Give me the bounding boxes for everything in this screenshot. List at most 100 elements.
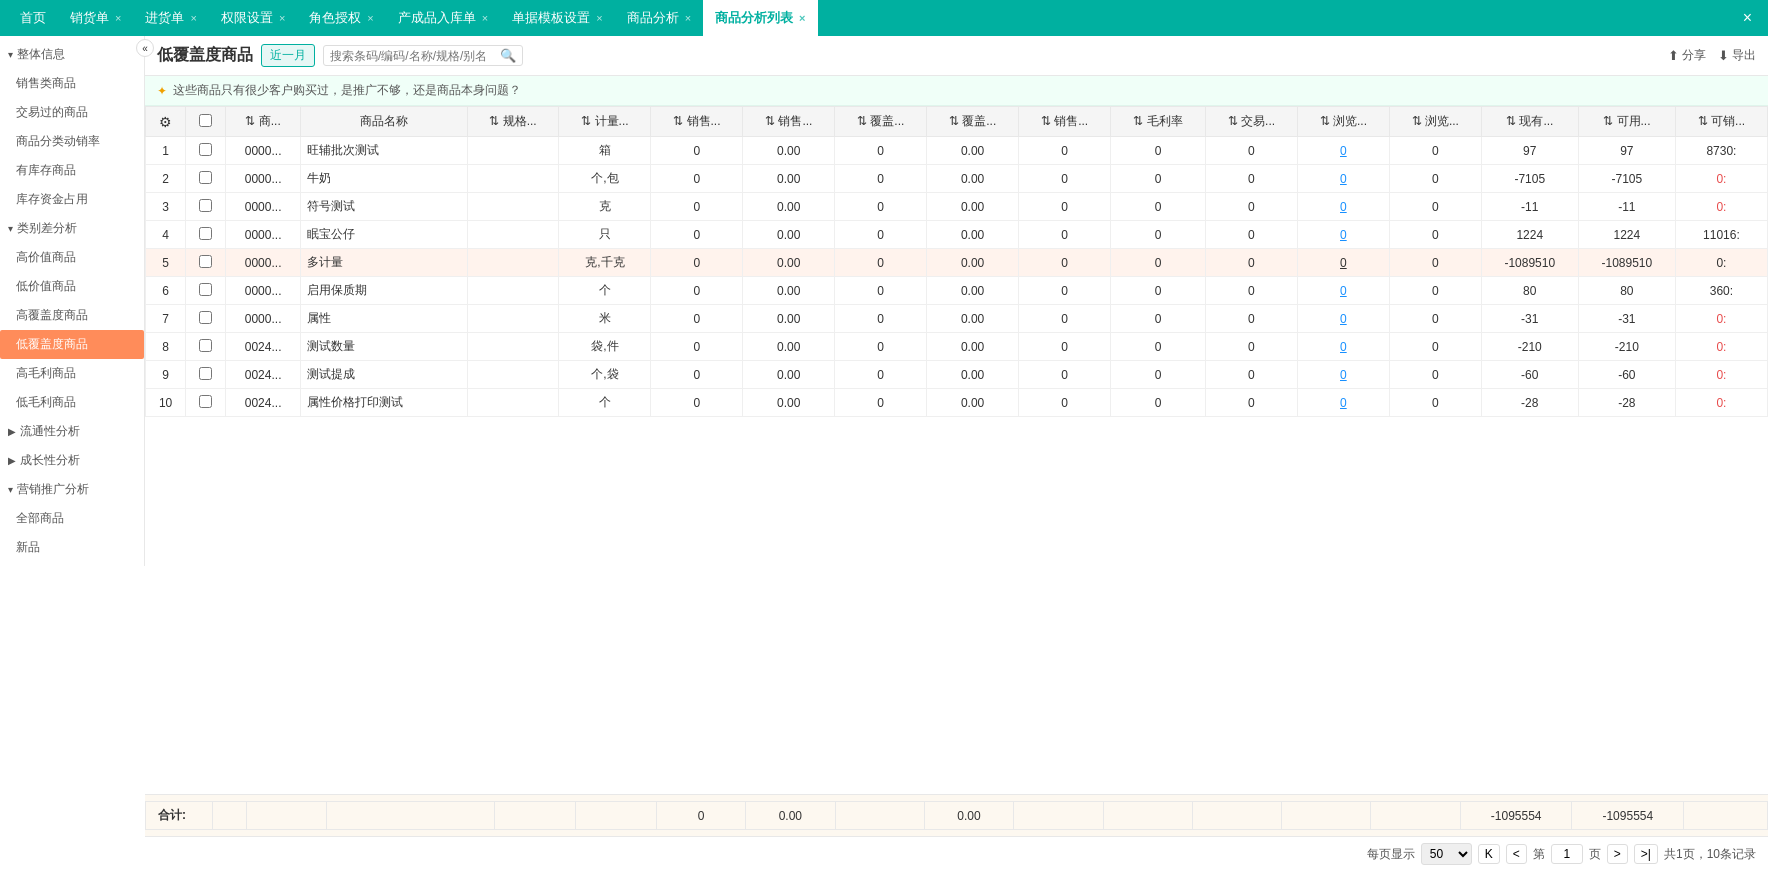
row-check[interactable] <box>186 361 226 389</box>
row-check[interactable] <box>186 249 226 277</box>
col-view1[interactable]: ⇅ 浏览... <box>1297 107 1389 137</box>
col-code[interactable]: ⇅ 商... <box>225 107 301 137</box>
sidebar-section-overall[interactable]: ▾ 整体信息 <box>0 40 144 69</box>
sidebar-item-low-margin[interactable]: 低毛利商品 <box>0 388 144 417</box>
tab-purchase[interactable]: 进货单 × <box>133 0 208 36</box>
per-page-select[interactable]: 50 20 100 <box>1421 843 1472 865</box>
col-check[interactable] <box>186 107 226 137</box>
row-view1[interactable]: 0 <box>1297 221 1389 249</box>
row-view1[interactable]: 0 <box>1297 389 1389 417</box>
sidebar-item-stock-capital[interactable]: 库存资金占用 <box>0 185 144 214</box>
col-trade[interactable]: ⇅ 交易... <box>1205 107 1297 137</box>
tab-template-close[interactable]: × <box>596 12 602 24</box>
tab-sales-order[interactable]: 销货单 × <box>58 0 133 36</box>
search-icon[interactable]: 🔍 <box>500 48 516 63</box>
tab-purchase-close[interactable]: × <box>190 12 196 24</box>
row-check[interactable] <box>186 193 226 221</box>
row-check[interactable] <box>186 137 226 165</box>
col-margin[interactable]: ⇅ 毛利率 <box>1111 107 1206 137</box>
col-view2[interactable]: ⇅ 浏览... <box>1389 107 1481 137</box>
tab-goods-analysis[interactable]: 商品分析 × <box>615 0 703 36</box>
row-check[interactable] <box>186 221 226 249</box>
col-gear[interactable]: ⚙ <box>146 107 186 137</box>
check-all[interactable] <box>199 114 212 127</box>
row-check[interactable] <box>186 165 226 193</box>
sidebar-section-flow[interactable]: ▶ 流通性分析 <box>0 417 144 446</box>
last-page-button[interactable]: >| <box>1634 844 1658 864</box>
col-unit[interactable]: ⇅ 计量... <box>559 107 651 137</box>
row-check[interactable] <box>186 333 226 361</box>
tab-goods-analysis-list[interactable]: 商品分析列表 × <box>703 0 817 36</box>
search-input[interactable] <box>330 49 500 63</box>
row-view1[interactable]: 0 <box>1297 277 1389 305</box>
close-all-button[interactable]: × <box>1735 9 1760 27</box>
tab-role-close[interactable]: × <box>367 12 373 24</box>
row-check[interactable] <box>186 305 226 333</box>
sidebar-item-high-margin[interactable]: 高毛利商品 <box>0 359 144 388</box>
row-view1[interactable]: 0 <box>1297 249 1389 277</box>
share-button[interactable]: ⬆ 分享 <box>1668 47 1706 64</box>
export-button[interactable]: ⬇ 导出 <box>1718 47 1756 64</box>
date-filter-button[interactable]: 近一月 <box>261 44 315 67</box>
sidebar-section-marketing[interactable]: ▾ 营销推广分析 <box>0 475 144 504</box>
tab-template[interactable]: 单据模板设置 × <box>500 0 614 36</box>
row-view1[interactable]: 0 <box>1297 333 1389 361</box>
row-checkbox[interactable] <box>199 171 212 184</box>
sidebar-item-traded-goods[interactable]: 交易过的商品 <box>0 98 144 127</box>
sidebar-item-category-rate[interactable]: 商品分类动销率 <box>0 127 144 156</box>
row-checkbox[interactable] <box>199 395 212 408</box>
sidebar-item-new-goods[interactable]: 新品 <box>0 533 144 562</box>
row-checkbox[interactable] <box>199 199 212 212</box>
row-view1[interactable]: 0 <box>1297 137 1389 165</box>
row-checkbox[interactable] <box>199 143 212 156</box>
row-checkbox[interactable] <box>199 227 212 240</box>
sidebar-item-stock-goods[interactable]: 有库存商品 <box>0 156 144 185</box>
sidebar-collapse-button[interactable]: « <box>136 39 154 57</box>
row-checkbox[interactable] <box>199 255 212 268</box>
row-checkbox[interactable] <box>199 283 212 296</box>
col-sales-amt[interactable]: ⇅ 销售... <box>743 107 835 137</box>
tab-sales-order-close[interactable]: × <box>115 12 121 24</box>
tab-permission-close[interactable]: × <box>279 12 285 24</box>
sidebar-section-growth[interactable]: ▶ 成长性分析 <box>0 446 144 475</box>
tab-product-in[interactable]: 产成品入库单 × <box>386 0 500 36</box>
col-stock2[interactable]: ⇅ 可用... <box>1578 107 1675 137</box>
col-stock1[interactable]: ⇅ 现有... <box>1481 107 1578 137</box>
tab-product-in-close[interactable]: × <box>482 12 488 24</box>
first-page-button[interactable]: K <box>1478 844 1500 864</box>
col-cover2[interactable]: ⇅ 覆盖... <box>927 107 1019 137</box>
row-trade: 0 <box>1205 137 1297 165</box>
page-number-input[interactable] <box>1551 844 1583 864</box>
sidebar-item-all-goods[interactable]: 全部商品 <box>0 504 144 533</box>
row-margin: 0 <box>1111 361 1206 389</box>
sidebar-item-sales-goods[interactable]: 销售类商品 <box>0 69 144 98</box>
tab-permission[interactable]: 权限设置 × <box>209 0 297 36</box>
sidebar-item-high-value[interactable]: 高价值商品 <box>0 243 144 272</box>
sidebar-section-category[interactable]: ▾ 类别差分析 <box>0 214 144 243</box>
row-check[interactable] <box>186 389 226 417</box>
row-view1[interactable]: 0 <box>1297 305 1389 333</box>
col-cover1[interactable]: ⇅ 覆盖... <box>835 107 927 137</box>
col-sales3[interactable]: ⇅ 销售... <box>1019 107 1111 137</box>
tab-home[interactable]: 首页 <box>8 0 58 36</box>
tab-goods-analysis-close[interactable]: × <box>685 12 691 24</box>
gear-icon[interactable]: ⚙ <box>159 114 172 130</box>
row-checkbox[interactable] <box>199 339 212 352</box>
col-spec[interactable]: ⇅ 规格... <box>467 107 559 137</box>
sidebar-item-low-value[interactable]: 低价值商品 <box>0 272 144 301</box>
row-checkbox[interactable] <box>199 367 212 380</box>
prev-page-button[interactable]: < <box>1506 844 1527 864</box>
row-view1[interactable]: 0 <box>1297 361 1389 389</box>
col-stock3[interactable]: ⇅ 可销... <box>1675 107 1767 137</box>
row-view1[interactable]: 0 <box>1297 193 1389 221</box>
row-view1[interactable]: 0 <box>1297 165 1389 193</box>
row-check[interactable] <box>186 277 226 305</box>
tab-role[interactable]: 角色授权 × <box>297 0 385 36</box>
sidebar-item-low-cover[interactable]: 低覆盖度商品 <box>0 330 144 359</box>
next-page-button[interactable]: > <box>1607 844 1628 864</box>
col-name[interactable]: 商品名称 <box>301 107 467 137</box>
sidebar-item-high-cover[interactable]: 高覆盖度商品 <box>0 301 144 330</box>
tab-goods-analysis-list-close[interactable]: × <box>799 12 805 24</box>
col-sales-qty[interactable]: ⇅ 销售... <box>651 107 743 137</box>
row-checkbox[interactable] <box>199 311 212 324</box>
